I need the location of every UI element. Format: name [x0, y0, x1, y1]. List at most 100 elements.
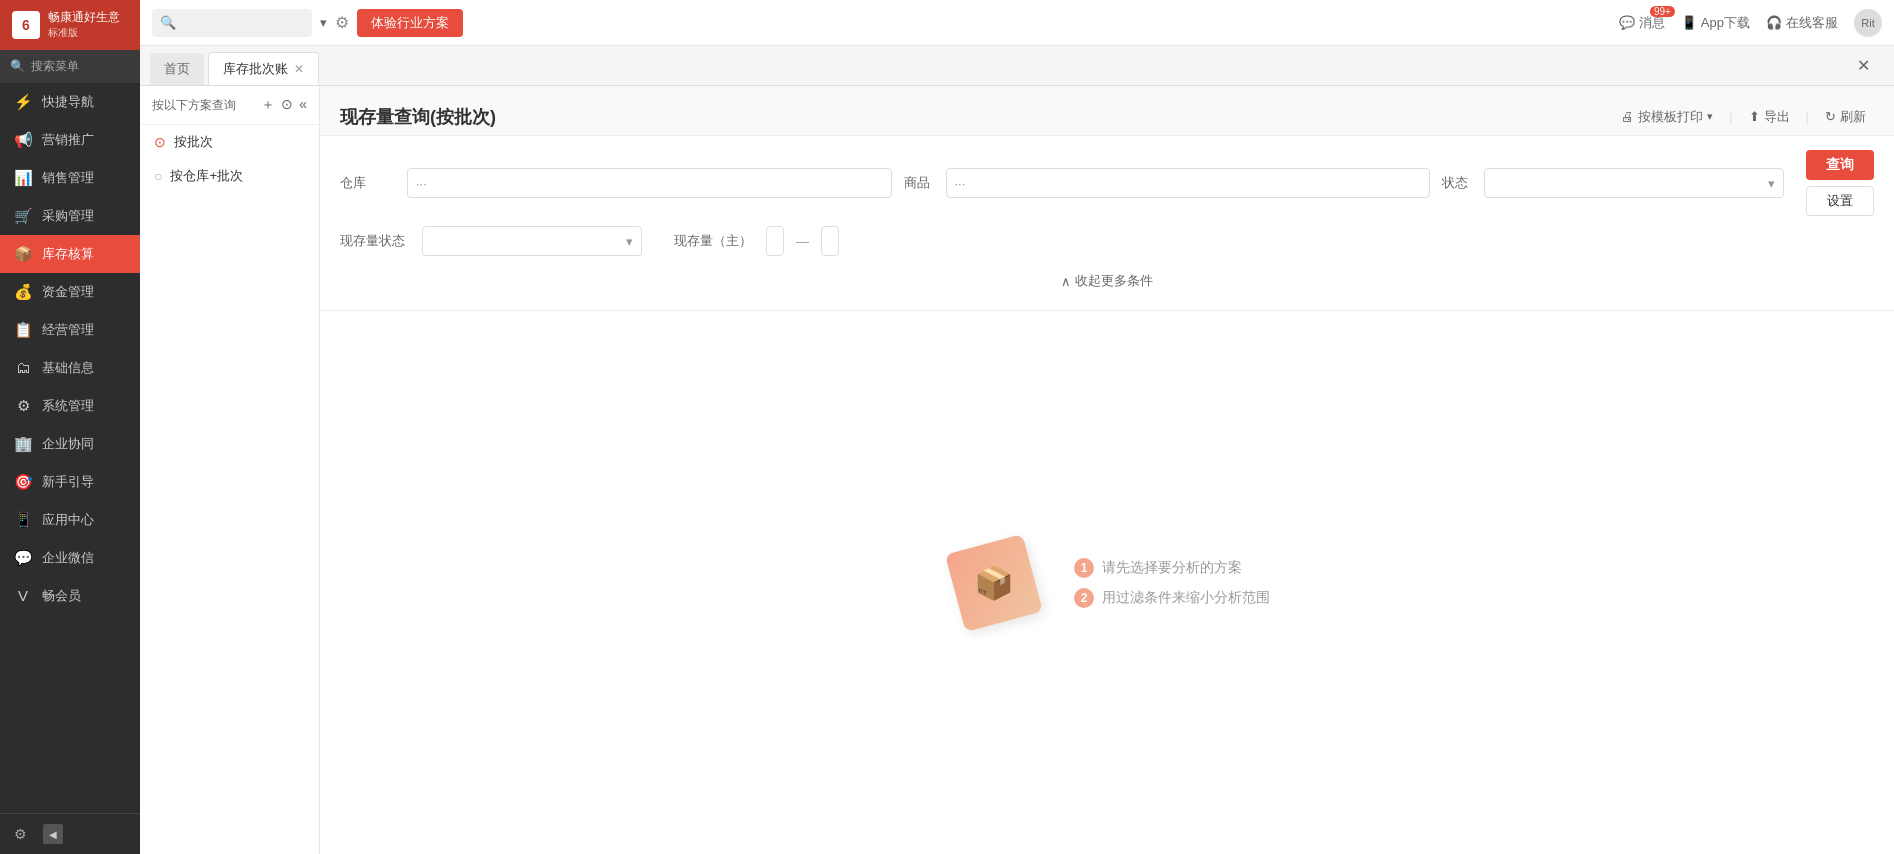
plan-collapse-icon[interactable]: « — [299, 96, 307, 114]
sidebar-item-sales[interactable]: 📊 销售管理 — [0, 159, 140, 197]
sidebar-item-label: 营销推广 — [42, 131, 94, 149]
warehouse-input[interactable]: ··· — [407, 168, 892, 198]
filter-row-2: 现存量状态 ▾ 现存量（主） — — [340, 226, 1874, 256]
sidebar-item-label: 企业微信 — [42, 549, 94, 567]
sidebar-item-vip[interactable]: V 畅会员 — [0, 577, 140, 615]
collapse-label: 收起更多条件 — [1075, 272, 1153, 290]
vip-icon: V — [14, 587, 32, 605]
query-button[interactable]: 查询 — [1806, 150, 1874, 180]
tip-num-1: 1 — [1074, 558, 1094, 578]
empty-tips: 1 请先选择要分析的方案 2 用过滤条件来缩小分析范围 — [1074, 558, 1270, 608]
sidebar-item-label: 销售管理 — [42, 169, 94, 187]
tip-text-2: 用过滤条件来缩小分析范围 — [1102, 589, 1270, 607]
topbar-dropdown-icon[interactable]: ▾ — [320, 15, 327, 30]
tip-num-2: 2 — [1074, 588, 1094, 608]
sidebar-item-enterprise[interactable]: 🏢 企业协同 — [0, 425, 140, 463]
topbar-right: 💬 消息 99+ 📱 App下载 🎧 在线客服 Rit — [1619, 9, 1882, 37]
filter-area: 仓库 ··· 商品 ··· 状态 ▾ 查询 设置 — [320, 136, 1894, 311]
left-panel: 按以下方案查询 ＋ ⊙ « ⊙ 按批次 ○ 按仓库+批次 — [140, 86, 320, 854]
export-button[interactable]: ⬆ 导出 — [1741, 104, 1798, 130]
export-icon: ⬆ — [1749, 109, 1760, 124]
inventory-icon: 📦 — [14, 245, 32, 263]
print-template-button[interactable]: 🖨 按模板打印 ▾ — [1613, 104, 1721, 130]
tip-text-1: 请先选择要分析的方案 — [1102, 559, 1242, 577]
tab-batch-account-label: 库存批次账 — [223, 60, 288, 78]
export-label: 导出 — [1764, 108, 1790, 126]
topbar-gear-icon[interactable]: ⚙ — [335, 13, 349, 32]
trial-button[interactable]: 体验行业方案 — [357, 9, 463, 37]
sidebar-nav: ⚡ 快捷导航 📢 营销推广 📊 销售管理 🛒 采购管理 📦 库存核算 💰 资金管… — [0, 83, 140, 813]
status-select[interactable]: ▾ — [1484, 168, 1784, 198]
warehouse-label: 仓库 — [340, 174, 395, 192]
sidebar-item-label: 系统管理 — [42, 397, 94, 415]
page-header: 现存量查询(按批次) 🖨 按模板打印 ▾ | ⬆ 导出 | ↻ — [320, 86, 1894, 136]
refresh-button[interactable]: ↻ 刷新 — [1817, 104, 1874, 130]
print-icon: 🖨 — [1621, 109, 1634, 124]
print-label: 按模板打印 — [1638, 108, 1703, 126]
sidebar-search[interactable]: 🔍 搜索菜单 — [0, 50, 140, 83]
add-plan-icon[interactable]: ＋ — [261, 96, 275, 114]
inventory-status-label: 现存量状态 — [340, 232, 410, 250]
tabs-bar: 首页 库存批次账 ✕ — [140, 46, 1894, 86]
plan-inactive-icon: ○ — [154, 168, 162, 184]
divider-1: | — [1729, 109, 1732, 124]
user-avatar-button[interactable]: Rit — [1854, 9, 1882, 37]
messages-icon: 💬 — [1619, 15, 1635, 30]
page-header-actions: 🖨 按模板打印 ▾ | ⬆ 导出 | ↻ 刷新 — [1613, 104, 1874, 130]
topbar-search-box[interactable]: 🔍 — [152, 9, 312, 37]
empty-state: 📦 1 请先选择要分析的方案 2 用过滤条件来缩小分析范围 — [320, 311, 1894, 854]
plan-item-by-batch[interactable]: ⊙ 按批次 — [140, 125, 319, 159]
messages-button[interactable]: 💬 消息 99+ — [1619, 14, 1665, 32]
inv-status-dropdown-icon: ▾ — [626, 234, 633, 249]
empty-tip-1: 1 请先选择要分析的方案 — [1074, 558, 1270, 578]
sidebar-item-label: 应用中心 — [42, 511, 94, 529]
status-dropdown-icon: ▾ — [1768, 176, 1775, 191]
sidebar-item-label: 经营管理 — [42, 321, 94, 339]
empty-illustration: 📦 — [944, 533, 1044, 633]
sidebar-item-quick-nav[interactable]: ⚡ 快捷导航 — [0, 83, 140, 121]
inventory-qty-label: 现存量（主） — [674, 232, 754, 250]
sidebar-item-apps[interactable]: 📱 应用中心 — [0, 501, 140, 539]
sidebar-item-marketing[interactable]: 📢 营销推广 — [0, 121, 140, 159]
print-dropdown-icon[interactable]: ▾ — [1707, 110, 1713, 123]
sidebar-item-basics[interactable]: 🗂 基础信息 — [0, 349, 140, 387]
sidebar-item-newbie[interactable]: 🎯 新手引导 — [0, 463, 140, 501]
inventory-status-select[interactable]: ▾ — [422, 226, 642, 256]
settings-button[interactable]: 设置 — [1806, 186, 1874, 216]
sidebar-item-label: 快捷导航 — [42, 93, 94, 111]
sidebar-item-finance[interactable]: 💰 资金管理 — [0, 273, 140, 311]
sidebar-settings-icon[interactable]: ⚙ — [14, 826, 27, 842]
app-download-button[interactable]: 📱 App下载 — [1681, 14, 1750, 32]
sidebar-item-system[interactable]: ⚙ 系统管理 — [0, 387, 140, 425]
close-panel-button[interactable]: ✕ — [1845, 46, 1882, 86]
collapse-button[interactable]: ∧ 收起更多条件 — [340, 266, 1874, 296]
sidebar-item-purchase[interactable]: 🛒 采购管理 — [0, 197, 140, 235]
operations-icon: 📋 — [14, 321, 32, 339]
qty-min-input[interactable] — [766, 226, 784, 256]
tab-home[interactable]: 首页 — [150, 53, 204, 85]
plan-settings-icon[interactable]: ⊙ — [281, 96, 293, 114]
search-icon: 🔍 — [160, 15, 176, 30]
service-label: 在线客服 — [1786, 14, 1838, 32]
sidebar-item-label: 新手引导 — [42, 473, 94, 491]
wechat-icon: 💬 — [14, 549, 32, 567]
online-service-button[interactable]: 🎧 在线客服 — [1766, 14, 1838, 32]
system-icon: ⚙ — [14, 397, 32, 415]
tab-batch-account[interactable]: 库存批次账 ✕ — [208, 52, 319, 85]
sidebar-item-label: 库存核算 — [42, 245, 94, 263]
sidebar-item-wechat[interactable]: 💬 企业微信 — [0, 539, 140, 577]
plan-label: 按批次 — [174, 133, 213, 151]
basics-icon: 🗂 — [14, 359, 32, 377]
sidebar-item-label: 采购管理 — [42, 207, 94, 225]
topbar: 🔍 ▾ ⚙ 体验行业方案 💬 消息 99+ 📱 App下载 🎧 在线客服 Rit — [140, 0, 1894, 46]
sidebar-collapse-btn[interactable]: ◀ — [43, 824, 63, 844]
product-input[interactable]: ··· — [946, 168, 1431, 198]
sidebar-item-operations[interactable]: 📋 经营管理 — [0, 311, 140, 349]
apps-icon: 📱 — [14, 511, 32, 529]
plan-item-by-warehouse-batch[interactable]: ○ 按仓库+批次 — [140, 159, 319, 193]
service-icon: 🎧 — [1766, 15, 1782, 30]
user-avatar: Rit — [1854, 9, 1882, 37]
tab-close-icon[interactable]: ✕ — [294, 62, 304, 76]
qty-max-input[interactable] — [821, 226, 839, 256]
sidebar-item-inventory[interactable]: 📦 库存核算 — [0, 235, 140, 273]
